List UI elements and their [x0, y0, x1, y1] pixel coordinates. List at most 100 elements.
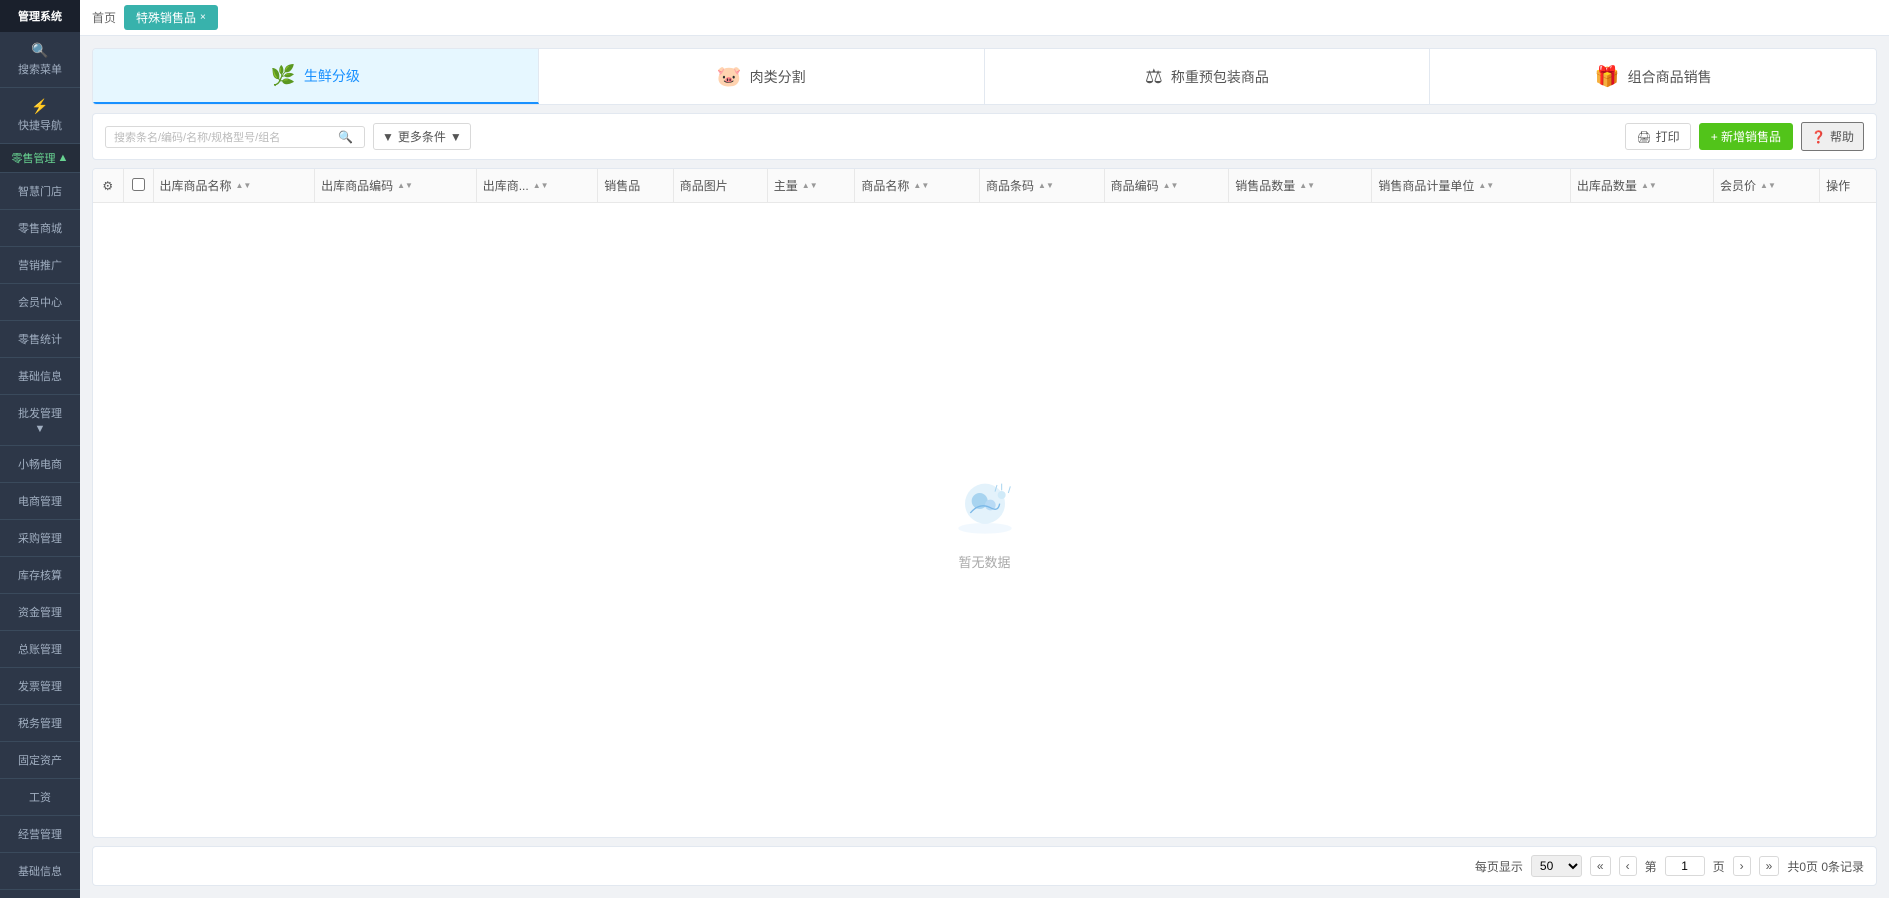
cat-tab-label: 称重预包装商品: [1171, 67, 1269, 87]
last-page-button[interactable]: »: [1759, 856, 1780, 876]
th-checkbox[interactable]: [123, 169, 153, 203]
sort-icon[interactable]: ▲▼: [1478, 181, 1494, 190]
sidebar-item-basic-info[interactable]: 基础信息: [0, 358, 80, 395]
sort-icon[interactable]: ▲▼: [533, 181, 549, 190]
sort-icon[interactable]: ▲▼: [1038, 181, 1054, 190]
select-all-checkbox[interactable]: [132, 178, 145, 191]
tab-label: 特殊销售品: [136, 9, 196, 26]
chevron-icon: ▼: [35, 423, 46, 435]
th-main-unit: 主量 ▲▼: [767, 169, 855, 203]
sidebar-item-label: 发票管理: [18, 678, 62, 694]
pagination: 每页显示 50 10 20 100 « ‹ 第 页 › » 共0页 0条记录: [92, 846, 1877, 886]
th-actions: 操作: [1820, 169, 1876, 203]
first-page-button[interactable]: «: [1590, 856, 1611, 876]
sidebar-item-member[interactable]: 会员中心: [0, 284, 80, 321]
cat-tab-combo-sales[interactable]: 🎁 组合商品销售: [1430, 49, 1876, 104]
sidebar-item-fixed-assets[interactable]: 固定资产: [0, 742, 80, 779]
sidebar-item-finance[interactable]: 资金管理: [0, 594, 80, 631]
help-label: 帮助: [1830, 128, 1854, 145]
sidebar-item-search[interactable]: 🔍 搜索菜单: [0, 32, 80, 88]
sidebar-item-label: 基础信息: [18, 368, 62, 384]
sidebar-item-ecom-mgmt[interactable]: 电商管理: [0, 483, 80, 520]
topbar: 首页 特殊销售品 ×: [80, 0, 1889, 36]
sort-icon[interactable]: ▲▼: [1641, 181, 1657, 190]
sidebar-item-wholesale[interactable]: 批发管理 ▼: [0, 395, 80, 446]
th-out-goods-code: 出库商品编码 ▲▼: [315, 169, 477, 203]
print-button[interactable]: 🖨 打印: [1625, 123, 1690, 150]
filter-button[interactable]: ▼ 更多条件 ▼: [373, 123, 471, 150]
per-page-select[interactable]: 50 10 20 100: [1531, 855, 1582, 877]
sidebar-item-label: 零售商城: [18, 220, 62, 236]
sidebar-item-purchase[interactable]: 采购管理: [0, 520, 80, 557]
sidebar-item-basic-info2[interactable]: 基础信息: [0, 853, 80, 890]
search-box[interactable]: 🔍: [105, 126, 365, 148]
th-sales-unit: 销售商品计量单位 ▲▼: [1372, 169, 1571, 203]
toolbar: 🔍 ▼ 更多条件 ▼ 🖨 打印 + 新增销售品 ❓ 帮助: [92, 113, 1877, 160]
per-page-label: 每页显示: [1475, 858, 1523, 875]
sidebar-item-label: 经营管理: [18, 826, 62, 842]
sidebar-item-inventory[interactable]: 库存核算: [0, 557, 80, 594]
sidebar-item-label: 库存核算: [18, 567, 62, 583]
fresh-grade-icon: 🌿: [271, 63, 296, 88]
sort-icon[interactable]: ▲▼: [913, 181, 929, 190]
sort-icon[interactable]: ▲▼: [1163, 181, 1179, 190]
active-tab[interactable]: 特殊销售品 ×: [124, 5, 218, 30]
cat-tab-weigh-pack[interactable]: ⚖ 称重预包装商品: [985, 49, 1431, 104]
sidebar-item-promotion[interactable]: 营销推广: [0, 247, 80, 284]
sidebar-item-sys-mgmt[interactable]: 系统管理: [0, 890, 80, 898]
page-input[interactable]: [1665, 856, 1705, 876]
search-input[interactable]: [114, 130, 334, 144]
home-breadcrumb[interactable]: 首页: [92, 9, 116, 26]
sidebar-item-retail-mall[interactable]: 零售商城: [0, 210, 80, 247]
sort-icon[interactable]: ▲▼: [397, 181, 413, 190]
cat-tab-label: 组合商品销售: [1628, 67, 1712, 87]
th-settings[interactable]: ⚙: [93, 169, 123, 203]
add-label: + 新增销售品: [1711, 128, 1781, 145]
cat-tab-meat-cut[interactable]: 🐷 肉类分割: [539, 49, 985, 104]
sidebar-item-label: 批发管理: [18, 405, 62, 421]
sidebar-item-invoice[interactable]: 发票管理: [0, 668, 80, 705]
sidebar-item-tax[interactable]: 税务管理: [0, 705, 80, 742]
page-label: 第: [1645, 858, 1657, 875]
page-content: 🌿 生鲜分级 🐷 肉类分割 ⚖ 称重预包装商品 🎁 组合商品销售 🔍: [80, 36, 1889, 898]
cat-tab-label: 肉类分割: [750, 67, 806, 87]
sidebar-item-smart-store[interactable]: 智慧门店: [0, 173, 80, 210]
sort-icon[interactable]: ▲▼: [236, 181, 252, 190]
sidebar-item-salary[interactable]: 工资: [0, 779, 80, 816]
th-sales-qty: 销售品数量 ▲▼: [1229, 169, 1372, 203]
category-tabs: 🌿 生鲜分级 🐷 肉类分割 ⚖ 称重预包装商品 🎁 组合商品销售: [92, 48, 1877, 105]
weigh-pack-icon: ⚖: [1145, 64, 1163, 89]
sidebar-item-label: 智慧门店: [18, 183, 62, 199]
tab-close-button[interactable]: ×: [200, 12, 206, 23]
sort-icon[interactable]: ▲▼: [802, 181, 818, 190]
meat-cut-icon: 🐷: [717, 64, 742, 89]
sidebar-item-retail[interactable]: 零售管理 ▲: [0, 144, 80, 173]
sidebar-item-quick-nav[interactable]: ⚡ 快捷导航: [0, 88, 80, 144]
page-unit: 页: [1713, 858, 1725, 875]
next-page-button[interactable]: ›: [1733, 856, 1751, 876]
help-button[interactable]: ❓ 帮助: [1801, 122, 1864, 151]
sidebar-item-mini-ecom[interactable]: 小畅电商: [0, 446, 80, 483]
sort-icon[interactable]: ▲▼: [1299, 181, 1315, 190]
sidebar-item-label: 电商管理: [18, 493, 62, 509]
empty-illustration: [945, 470, 1025, 540]
sidebar-logo: 管理系统: [0, 0, 80, 32]
prev-page-button[interactable]: ‹: [1619, 856, 1637, 876]
cat-tab-fresh-grade[interactable]: 🌿 生鲜分级: [93, 49, 539, 104]
sidebar-item-label: 营销推广: [18, 257, 62, 273]
sidebar-item-label: 工资: [29, 789, 51, 805]
sidebar-item-label: 会员中心: [18, 294, 62, 310]
table-header: ⚙ 出库商品名称 ▲▼ 出库: [93, 169, 1876, 203]
chevron-down-icon: ▲: [58, 152, 69, 164]
th-out-goods-spec: 出库商... ▲▼: [476, 169, 598, 203]
sidebar-item-label: 采购管理: [18, 530, 62, 546]
th-goods-barcode: 商品条码 ▲▼: [980, 169, 1105, 203]
sidebar-item-retail-stat[interactable]: 零售统计: [0, 321, 80, 358]
sidebar-item-operation[interactable]: 经营管理: [0, 816, 80, 853]
data-table: ⚙ 出库商品名称 ▲▼ 出库: [93, 169, 1876, 203]
th-out-goods-name: 出库商品名称 ▲▼: [153, 169, 315, 203]
total-info: 共0页 0条记录: [1787, 858, 1864, 875]
add-product-button[interactable]: + 新增销售品: [1699, 123, 1793, 150]
sidebar-item-general-ledger[interactable]: 总账管理: [0, 631, 80, 668]
sort-icon[interactable]: ▲▼: [1760, 181, 1776, 190]
